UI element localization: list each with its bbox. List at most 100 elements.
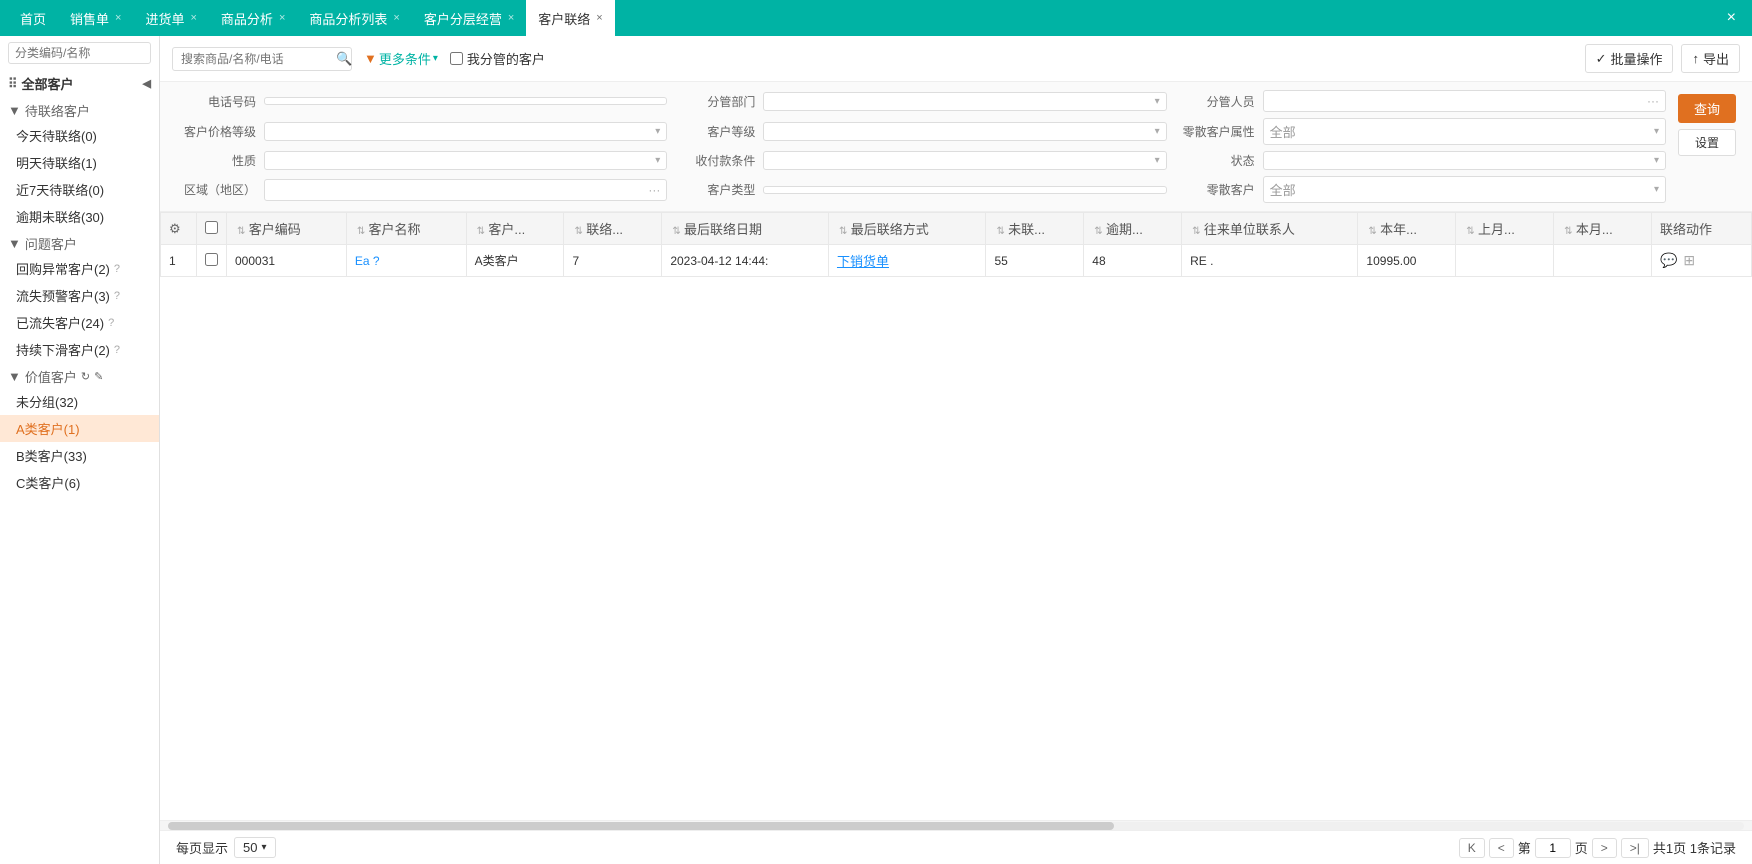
pending-contact-group[interactable]: ▼ 待联络客户 — [0, 97, 159, 122]
grade-select[interactable]: ▾ — [763, 122, 1166, 141]
payment-arrow-icon: ▾ — [1155, 155, 1160, 166]
customer-type-select[interactable] — [763, 186, 1166, 194]
tab-goods-analysis-list[interactable]: 商品分析列表 × — [297, 0, 411, 36]
th-this-month: ⇅ 本月... — [1554, 213, 1652, 245]
nature-select[interactable]: ▾ — [264, 151, 667, 170]
sort-icon-last-method: ⇅ — [839, 226, 847, 237]
export-button[interactable]: ↑ 导出 — [1681, 44, 1740, 73]
pending-arrow-icon: ▼ — [8, 103, 21, 118]
cell-type: A类客户 — [466, 245, 564, 277]
scrollbar-thumb[interactable] — [168, 822, 1114, 830]
tab-home[interactable]: 首页 — [8, 0, 58, 36]
cell-name[interactable]: Ea ? — [346, 245, 466, 277]
close-tab-customer-segment[interactable]: × — [508, 12, 514, 24]
chat-icon[interactable]: 💬 — [1660, 252, 1677, 269]
value-customers-group[interactable]: ▼ 价值客户 ↻ ✎ — [0, 363, 159, 388]
page-number-input[interactable] — [1535, 838, 1571, 858]
retail-attr-select[interactable]: 全部 ▾ — [1263, 118, 1666, 145]
cell-no-contact: 55 — [986, 245, 1084, 277]
payment-select[interactable]: ▾ — [763, 151, 1166, 170]
help-icon-abnormal[interactable]: ? — [114, 263, 120, 275]
sort-icon-this-month: ⇅ — [1564, 226, 1572, 237]
value-group-edit[interactable]: ✎ — [94, 370, 103, 383]
filter-region: 区域（地区） ··· — [176, 179, 667, 201]
filter-search-icon[interactable]: 🔍 — [336, 51, 352, 67]
filter-search-wrap: 🔍 — [172, 47, 352, 71]
sidebar-item-unclassified[interactable]: 未分组(32) — [0, 388, 159, 415]
filter-retail-customer: 零散客户 全部 ▾ — [1175, 176, 1666, 203]
more-conditions-btn[interactable]: ▼ 更多条件 ▾ — [364, 49, 438, 68]
all-customers-header[interactable]: ⠿ 全部客户 ◀ — [0, 70, 159, 97]
sidebar-item-declining[interactable]: 持续下滑客户(2) ? — [0, 336, 159, 363]
status-select[interactable]: ▾ — [1263, 151, 1666, 170]
first-page-btn[interactable]: K — [1459, 838, 1485, 858]
next-page-btn[interactable]: > — [1592, 838, 1617, 858]
sidebar-item-class-b[interactable]: B类客户(33) — [0, 442, 159, 469]
scrollbar-track — [168, 822, 1744, 830]
help-icon-churned[interactable]: ? — [108, 317, 114, 329]
sidebar-item-tomorrow[interactable]: 明天待联络(1) — [0, 149, 159, 176]
region-select[interactable]: ··· — [264, 179, 667, 201]
select-all-checkbox[interactable] — [205, 221, 218, 234]
filter-retail-attr: 零散客户属性 全部 ▾ — [1175, 118, 1666, 145]
my-customers-checkbox[interactable]: 我分管的客户 — [450, 49, 545, 68]
problem-customers-group[interactable]: ▼ 问题客户 — [0, 230, 159, 255]
value-arrow-icon: ▼ — [8, 369, 21, 384]
qrcode-icon[interactable]: ⊞ — [1683, 252, 1695, 269]
sidebar-item-7days[interactable]: 近7天待联络(0) — [0, 176, 159, 203]
page-size-select[interactable]: 50 ▾ — [234, 837, 276, 858]
prev-page-btn[interactable]: < — [1489, 838, 1514, 858]
sidebar-item-overdue[interactable]: 逾期未联络(30) — [0, 203, 159, 230]
close-tab-goods-analysis-list[interactable]: × — [393, 12, 399, 24]
bottom-bar: 每页显示 50 ▾ K < 第 页 > >| 共1页 1条记录 — [160, 830, 1752, 864]
filter-grade: 客户等级 ▾ — [675, 122, 1166, 141]
person-select[interactable]: ··· — [1263, 90, 1666, 112]
close-tab-sales[interactable]: × — [115, 12, 121, 24]
last-method-link[interactable]: 下销货单 — [837, 254, 889, 269]
sidebar-item-churned[interactable]: 已流失客户(24) ? — [0, 309, 159, 336]
sidebar-item-class-a[interactable]: A类客户(1) — [0, 415, 159, 442]
tab-purchase[interactable]: 进货单 × — [133, 0, 208, 36]
batch-ops-button[interactable]: ✓ 批量操作 — [1585, 44, 1674, 73]
collapse-icon[interactable]: ◀ — [143, 77, 151, 90]
row-checkbox[interactable] — [205, 253, 218, 266]
status-arrow-icon: ▾ — [1654, 155, 1659, 166]
sidebar-item-churn-warning[interactable]: 流失预警客户(3) ? — [0, 282, 159, 309]
close-tab-purchase[interactable]: × — [190, 12, 196, 24]
dept-select[interactable]: ▾ — [763, 92, 1166, 111]
my-customers-check[interactable] — [450, 52, 463, 65]
tab-customer-contact[interactable]: 客户联络 × — [526, 0, 614, 36]
sidebar-item-class-c[interactable]: C类客户(6) — [0, 469, 159, 496]
query-button[interactable]: 查询 — [1678, 94, 1736, 123]
top-nav: 首页 销售单 × 进货单 × 商品分析 × 商品分析列表 × 客户分层经营 × … — [0, 0, 1752, 36]
cell-last-date: 2023-04-12 14:44: — [662, 245, 829, 277]
cell-last-method[interactable]: 下销货单 — [828, 245, 985, 277]
tab-goods-analysis[interactable]: 商品分析 × — [209, 0, 297, 36]
pagination: K < 第 页 > >| 共1页 1条记录 — [1459, 838, 1736, 858]
gear-icon[interactable]: ⚙ — [169, 221, 181, 236]
th-name: ⇅ 客户名称 — [346, 213, 466, 245]
last-page-btn[interactable]: >| — [1621, 838, 1649, 858]
setting-button[interactable]: 设置 — [1678, 129, 1736, 156]
phone-input[interactable] — [264, 97, 667, 105]
close-tab-customer-contact[interactable]: × — [596, 12, 602, 24]
value-group-refresh[interactable]: ↻ — [81, 370, 90, 383]
help-icon-churn[interactable]: ? — [114, 290, 120, 302]
sidebar-search-wrap: 🔍 — [8, 42, 151, 64]
close-all-button[interactable]: × — [1719, 9, 1744, 27]
sidebar-search-input[interactable] — [15, 46, 160, 60]
sidebar-item-abnormal[interactable]: 回购异常客户(2) ? — [0, 255, 159, 282]
retail-customer-select[interactable]: 全部 ▾ — [1263, 176, 1666, 203]
filter-search-input[interactable] — [181, 52, 336, 66]
horizontal-scrollbar[interactable] — [160, 820, 1752, 830]
tab-customer-segment[interactable]: 客户分层经营 × — [412, 0, 526, 36]
help-icon-declining[interactable]: ? — [114, 344, 120, 356]
th-settings: ⚙ — [161, 213, 197, 245]
close-tab-goods-analysis[interactable]: × — [279, 12, 285, 24]
customers-table: ⚙ ⇅ 客户编码 ⇅ 客户名称 — [160, 212, 1752, 277]
tab-sales[interactable]: 销售单 × — [58, 0, 133, 36]
sidebar-item-today[interactable]: 今天待联络(0) — [0, 122, 159, 149]
price-grade-select[interactable]: ▾ — [264, 122, 667, 141]
price-grade-arrow-icon: ▾ — [655, 126, 660, 137]
filter-dropdown-icon: ▾ — [433, 53, 438, 64]
